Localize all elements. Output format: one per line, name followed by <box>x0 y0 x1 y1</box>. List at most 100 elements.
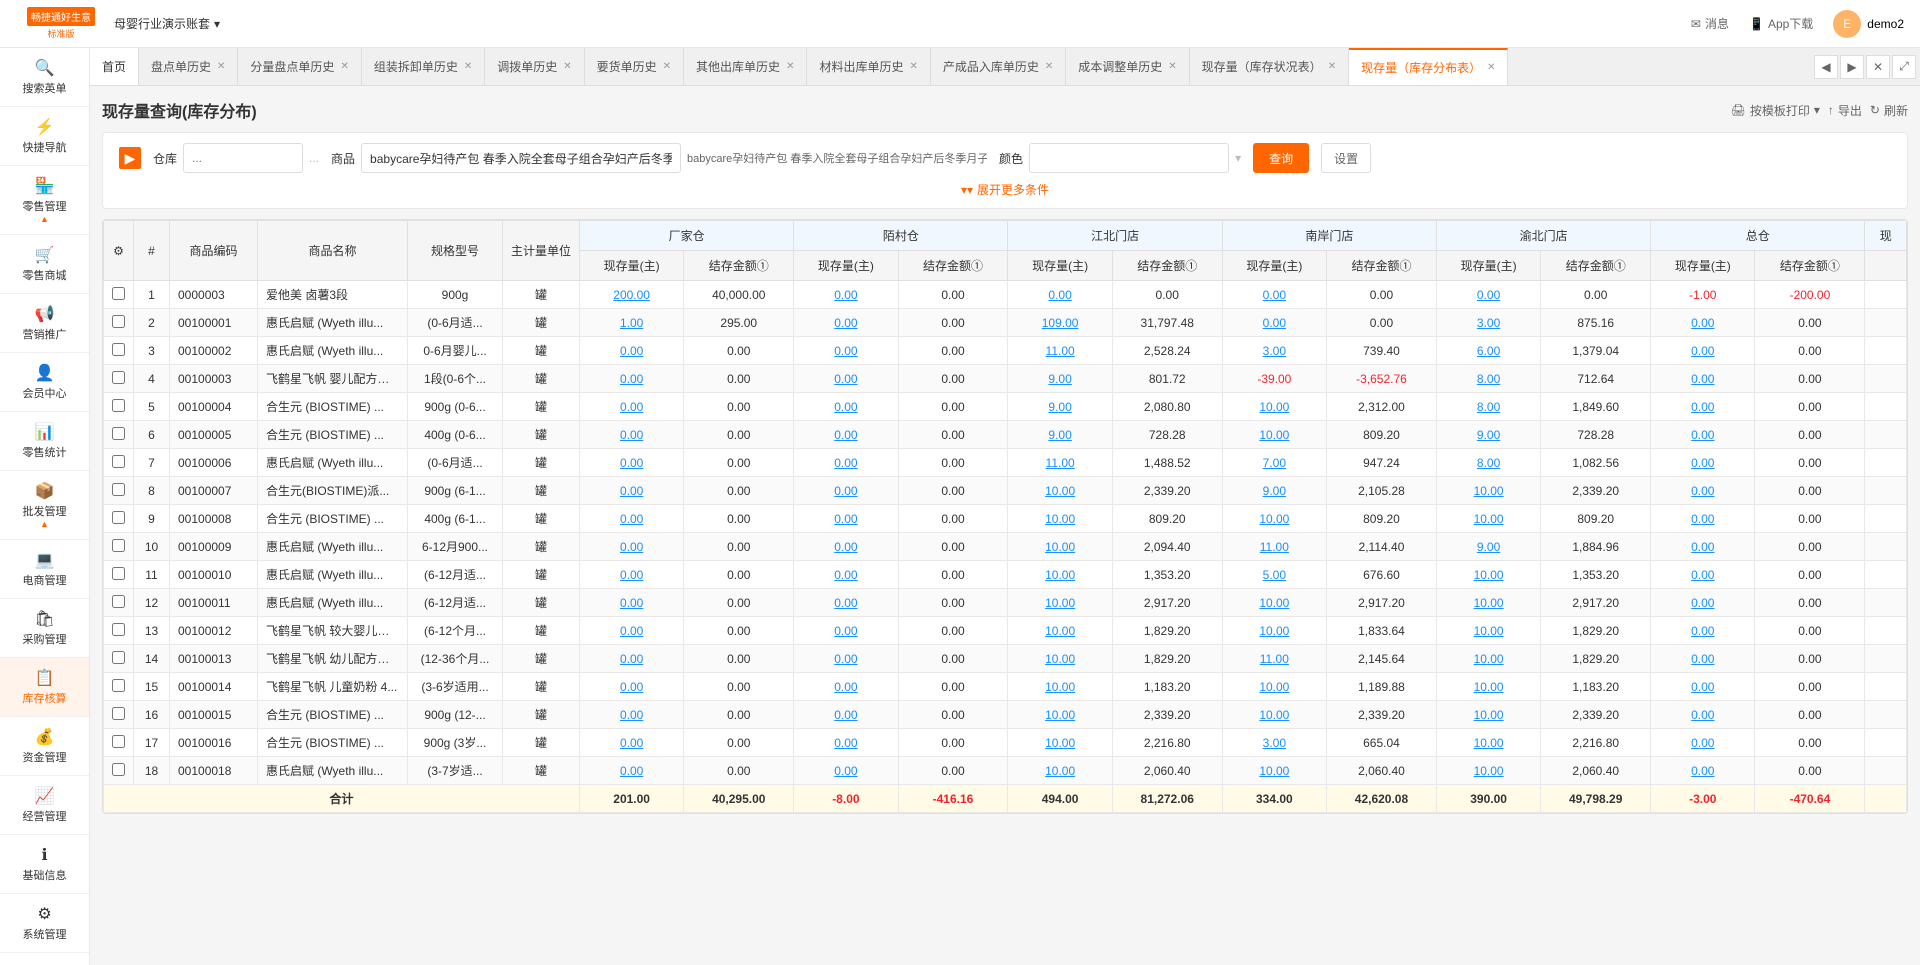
cell-jiangbei-qty[interactable]: 10.00 <box>1008 645 1112 673</box>
cell-nanan-qty[interactable]: 10.00 <box>1222 589 1326 617</box>
cell-changjiacao-qty[interactable]: 0.00 <box>580 701 684 729</box>
cell-checkbox[interactable] <box>104 477 134 505</box>
cell-yubei-qty[interactable]: 8.00 <box>1436 393 1540 421</box>
cell-changjiacao-qty[interactable]: 0.00 <box>580 617 684 645</box>
cell-nanan-qty[interactable]: 10.00 <box>1222 393 1326 421</box>
cell-mucuncao-qty[interactable]: 0.00 <box>794 281 898 309</box>
cell-zongcang-qty[interactable]: 0.00 <box>1651 701 1755 729</box>
sidebar-item-wholesale[interactable]: 📦 批发管理 ▲ <box>0 471 89 540</box>
cell-yubei-qty[interactable]: 10.00 <box>1436 589 1540 617</box>
cell-changjiacao-qty[interactable]: 0.00 <box>580 393 684 421</box>
app-download-btn[interactable]: 📱 App下载 <box>1749 15 1813 32</box>
cell-checkbox[interactable] <box>104 309 134 337</box>
warehouse-input[interactable] <box>183 143 303 173</box>
cell-mucuncao-qty[interactable]: 0.00 <box>794 337 898 365</box>
cell-zongcang-qty[interactable]: 0.00 <box>1651 393 1755 421</box>
cell-yubei-qty[interactable]: 10.00 <box>1436 701 1540 729</box>
cell-nanan-qty[interactable]: -39.00 <box>1222 365 1326 393</box>
cell-changjiacao-qty[interactable]: 0.00 <box>580 757 684 785</box>
sidebar-item-basic-info[interactable]: ℹ 基础信息 <box>0 835 89 894</box>
tab-close-icon[interactable]: ✕ <box>786 61 794 72</box>
cell-checkbox[interactable] <box>104 281 134 309</box>
cell-checkbox[interactable] <box>104 617 134 645</box>
tab-cost-adjust[interactable]: 成本调整单历史 ✕ <box>1066 48 1189 86</box>
cell-jiangbei-qty[interactable]: 11.00 <box>1008 449 1112 477</box>
col-settings-header[interactable]: ⚙ <box>104 221 134 281</box>
cell-nanan-qty[interactable]: 10.00 <box>1222 673 1326 701</box>
cell-yubei-qty[interactable]: 9.00 <box>1436 533 1540 561</box>
color-input[interactable] <box>1029 143 1229 173</box>
cell-mucuncao-qty[interactable]: 0.00 <box>794 365 898 393</box>
tab-close-icon[interactable]: ✕ <box>909 61 917 72</box>
cell-jiangbei-qty[interactable]: 9.00 <box>1008 365 1112 393</box>
cell-yubei-qty[interactable]: 8.00 <box>1436 365 1540 393</box>
cell-yubei-qty[interactable]: 10.00 <box>1436 617 1540 645</box>
cell-jiangbei-qty[interactable]: 10.00 <box>1008 505 1112 533</box>
sidebar-item-mall[interactable]: 🛒 零售商城 <box>0 235 89 294</box>
cell-nanan-qty[interactable]: 11.00 <box>1222 645 1326 673</box>
cell-mucuncao-qty[interactable]: 0.00 <box>794 561 898 589</box>
cell-changjiacao-qty[interactable]: 0.00 <box>580 561 684 589</box>
cell-nanan-qty[interactable]: 3.00 <box>1222 337 1326 365</box>
cell-yubei-qty[interactable]: 0.00 <box>1436 281 1540 309</box>
cell-checkbox[interactable] <box>104 505 134 533</box>
cell-jiangbei-qty[interactable]: 10.00 <box>1008 701 1112 729</box>
cell-changjiacao-qty[interactable]: 0.00 <box>580 645 684 673</box>
cell-checkbox[interactable] <box>104 589 134 617</box>
cell-jiangbei-qty[interactable]: 10.00 <box>1008 617 1112 645</box>
cell-zongcang-qty[interactable]: 0.00 <box>1651 533 1755 561</box>
cell-changjiacao-qty[interactable]: 0.00 <box>580 449 684 477</box>
user-area[interactable]: E demo2 <box>1833 10 1904 38</box>
cell-jiangbei-qty[interactable]: 10.00 <box>1008 757 1112 785</box>
message-btn[interactable]: ✉ 消息 <box>1691 15 1729 32</box>
cell-nanan-qty[interactable]: 7.00 <box>1222 449 1326 477</box>
cell-zongcang-qty[interactable]: 0.00 <box>1651 589 1755 617</box>
tab-close-icon[interactable]: ✕ <box>340 61 348 72</box>
cell-checkbox[interactable] <box>104 421 134 449</box>
tab-material-out[interactable]: 材料出库单历史 ✕ <box>807 48 930 86</box>
tab-product-in[interactable]: 产成品入库单历史 ✕ <box>931 48 1066 86</box>
tab-other-out[interactable]: 其他出库单历史 ✕ <box>684 48 807 86</box>
tab-close-icon[interactable]: ✕ <box>563 61 571 72</box>
tabs-prev-btn[interactable]: ◀ <box>1814 55 1838 79</box>
cell-checkbox[interactable] <box>104 673 134 701</box>
tab-close-icon[interactable]: ✕ <box>1168 61 1176 72</box>
cell-zongcang-qty[interactable]: 0.00 <box>1651 309 1755 337</box>
cell-zongcang-qty[interactable]: 0.00 <box>1651 337 1755 365</box>
cell-jiangbei-qty[interactable]: 109.00 <box>1008 309 1112 337</box>
cell-yubei-qty[interactable]: 10.00 <box>1436 561 1540 589</box>
cell-zongcang-qty[interactable]: 0.00 <box>1651 673 1755 701</box>
cell-yubei-qty[interactable]: 6.00 <box>1436 337 1540 365</box>
cell-mucuncao-qty[interactable]: 0.00 <box>794 449 898 477</box>
cell-nanan-qty[interactable]: 11.00 <box>1222 533 1326 561</box>
collapse-btn[interactable]: ▶ <box>119 147 141 169</box>
cell-changjiacao-qty[interactable]: 0.00 <box>580 533 684 561</box>
cell-changjiacao-qty[interactable]: 1.00 <box>580 309 684 337</box>
cell-mucuncao-qty[interactable]: 0.00 <box>794 309 898 337</box>
cell-nanan-qty[interactable]: 10.00 <box>1222 757 1326 785</box>
cell-checkbox[interactable] <box>104 337 134 365</box>
sidebar-item-search[interactable]: 🔍 搜索英单 <box>0 48 89 107</box>
tab-close-icon[interactable]: ✕ <box>663 61 671 72</box>
cell-changjiacao-qty[interactable]: 0.00 <box>580 421 684 449</box>
cell-zongcang-qty[interactable]: 0.00 <box>1651 421 1755 449</box>
cell-changjiacao-qty[interactable]: 0.00 <box>580 505 684 533</box>
refresh-btn[interactable]: ↻ 刷新 <box>1870 102 1908 119</box>
cell-yubei-qty[interactable]: 10.00 <box>1436 505 1540 533</box>
cell-nanan-qty[interactable]: 10.00 <box>1222 505 1326 533</box>
tabs-next-btn[interactable]: ▶ <box>1840 55 1864 79</box>
cell-zongcang-qty[interactable]: 0.00 <box>1651 561 1755 589</box>
cell-checkbox[interactable] <box>104 729 134 757</box>
cell-checkbox[interactable] <box>104 365 134 393</box>
cell-nanan-qty[interactable]: 10.00 <box>1222 421 1326 449</box>
cell-changjiacao-qty[interactable]: 0.00 <box>580 365 684 393</box>
cell-yubei-qty[interactable]: 9.00 <box>1436 421 1540 449</box>
sidebar-item-retail[interactable]: 🏪 零售管理 ▲ <box>0 166 89 235</box>
cell-mucuncao-qty[interactable]: 0.00 <box>794 505 898 533</box>
cell-zongcang-qty[interactable]: 0.00 <box>1651 449 1755 477</box>
query-button[interactable]: 查询 <box>1253 143 1309 173</box>
cell-jiangbei-qty[interactable]: 10.00 <box>1008 533 1112 561</box>
cell-jiangbei-qty[interactable]: 11.00 <box>1008 337 1112 365</box>
tab-assemble[interactable]: 组装拆卸单历史 ✕ <box>362 48 485 86</box>
cell-nanan-qty[interactable]: 10.00 <box>1222 701 1326 729</box>
